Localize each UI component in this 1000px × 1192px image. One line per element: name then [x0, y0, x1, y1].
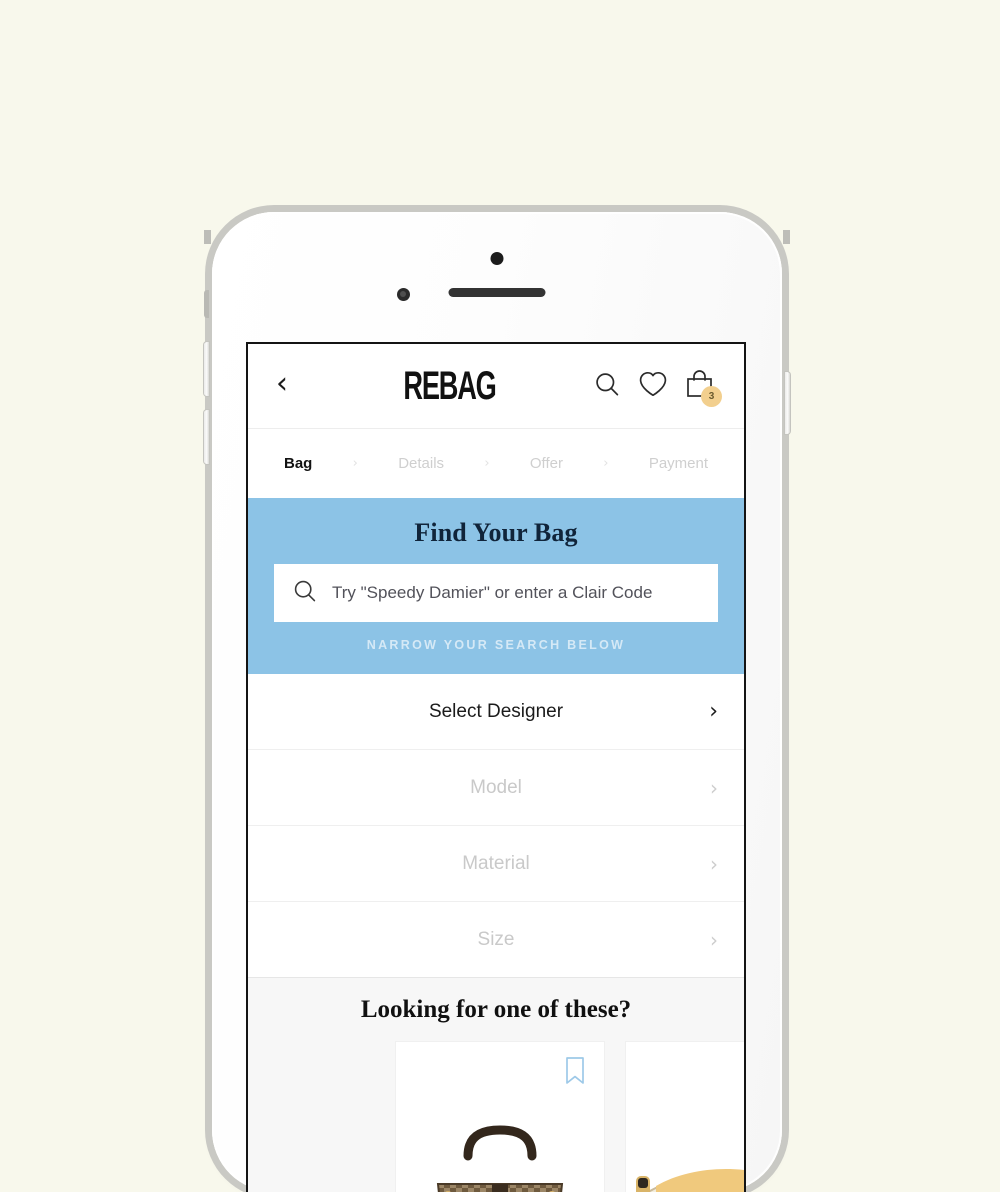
filter-list: Select Designer › Model › Material › Siz…	[248, 674, 744, 978]
breadcrumb-separator: ›	[484, 456, 490, 471]
filter-row-size[interactable]: Size ›	[248, 902, 744, 978]
proximity-sensor-icon	[397, 288, 410, 301]
antenna-band-left	[204, 230, 211, 244]
breadcrumb-step-bag[interactable]: Bag	[284, 455, 312, 472]
filter-label: Select Designer	[428, 700, 564, 722]
filter-row-model[interactable]: Model ›	[248, 750, 744, 826]
breadcrumb-separator: ›	[603, 456, 609, 471]
bag-count-badge: 3	[701, 386, 722, 407]
volume-up-button[interactable]	[204, 342, 209, 396]
bag-search-field[interactable]	[274, 564, 718, 622]
damier-tote-bag-image	[436, 1125, 564, 1192]
phone-device: ‹ REBAG 3 Bag › Details › Offer › Paymen…	[204, 212, 790, 1192]
breadcrumb-step-details[interactable]: Details	[398, 455, 444, 472]
breadcrumb-separator: ›	[352, 456, 358, 471]
suggestion-card-list	[248, 1042, 744, 1192]
antenna-band-right	[783, 230, 790, 244]
suggestions-section: Looking for one of these?	[248, 978, 744, 1192]
filter-label: Model	[470, 776, 522, 798]
shopping-bag-icon[interactable]: 3	[685, 368, 722, 407]
filter-row-select-designer[interactable]: Select Designer ›	[248, 674, 744, 750]
search-icon	[292, 578, 318, 609]
monogram-clutch-bag-image	[636, 1168, 744, 1192]
suggestions-title: Looking for one of these?	[360, 996, 632, 1023]
earpiece-speaker-icon	[448, 288, 546, 297]
back-button[interactable]: ‹	[276, 369, 306, 399]
phone-screen: ‹ REBAG 3 Bag › Details › Offer › Paymen…	[246, 342, 746, 1192]
suggestion-card[interactable]	[396, 1042, 604, 1192]
search-icon[interactable]	[593, 370, 621, 403]
find-your-bag-title: Find Your Bag	[414, 518, 578, 547]
filter-row-material[interactable]: Material ›	[248, 826, 744, 902]
header-actions: 3	[593, 368, 722, 407]
narrow-search-hint: NARROW YOUR SEARCH BELOW	[366, 638, 626, 652]
bag-search-input[interactable]	[332, 583, 700, 603]
filter-label: Material	[462, 852, 530, 874]
chevron-right-icon: ›	[710, 775, 718, 800]
power-button[interactable]	[785, 372, 790, 434]
heart-icon[interactable]	[638, 370, 668, 403]
app-header: ‹ REBAG 3	[248, 344, 744, 429]
checkout-breadcrumb: Bag › Details › Offer › Payment	[248, 429, 744, 498]
breadcrumb-step-payment[interactable]: Payment	[649, 455, 708, 472]
mute-switch[interactable]	[204, 290, 209, 318]
chevron-right-icon: ›	[710, 851, 718, 876]
filter-label: Size	[477, 928, 515, 950]
brand-logo: REBAG	[403, 362, 496, 408]
front-camera-icon	[490, 252, 504, 265]
chevron-right-icon: ›	[709, 698, 718, 724]
volume-down-button[interactable]	[204, 410, 209, 464]
find-your-bag-panel: Find Your Bag NARROW YOUR SEARCH BELOW	[248, 498, 744, 674]
breadcrumb-step-offer[interactable]: Offer	[530, 455, 563, 472]
bookmark-icon[interactable]	[564, 1056, 586, 1091]
suggestion-card[interactable]	[626, 1042, 744, 1192]
chevron-right-icon: ›	[710, 927, 718, 952]
